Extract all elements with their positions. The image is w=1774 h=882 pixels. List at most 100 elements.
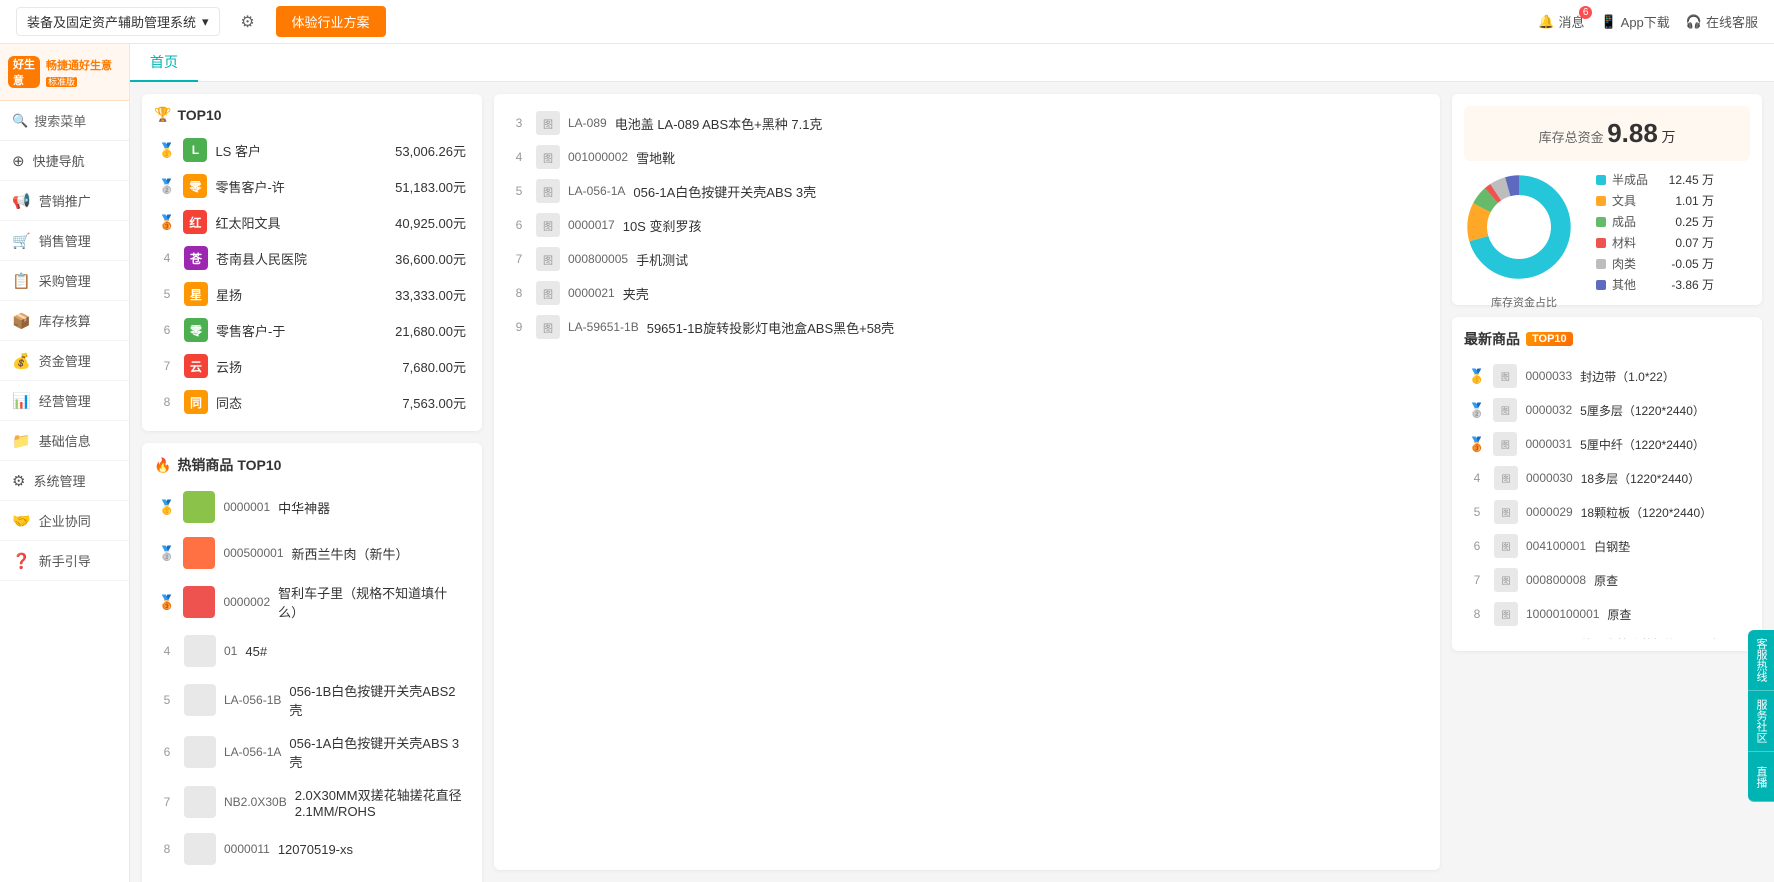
rank-medal: 🥉: [158, 594, 175, 611]
rank-number: 7: [158, 359, 176, 373]
medal-icon: 🥉: [158, 214, 175, 231]
latest-product-row: 9图0000028体碱嘉枝味苏打饮品400毫升（1*15）: [1464, 631, 1750, 639]
customer-row: 5星星扬33,333.00元: [154, 277, 470, 311]
nav-list: ⊕快捷导航📢营销推广🛒销售管理📋采购管理📦库存核算💰资金管理📊经营管理📁基础信息…: [0, 141, 129, 581]
customer-avatar: 苍: [184, 246, 208, 270]
inventory-label: 库存总资金: [1539, 130, 1604, 145]
product-name: 12070519-xs: [278, 842, 466, 857]
product-img: 图: [1493, 398, 1517, 422]
nav-label: 资金管理: [39, 351, 91, 370]
legend-color: [1596, 259, 1606, 269]
customer-avatar: 同: [184, 390, 208, 414]
search-menu-label: 搜索菜单: [34, 111, 86, 130]
product-img: 图: [536, 179, 560, 203]
rank-number: 4: [158, 251, 176, 265]
search-menu-button[interactable]: 🔍 搜索菜单: [0, 101, 129, 141]
customer-name: 零售客户-于: [216, 321, 387, 340]
product-img: 图: [536, 111, 560, 135]
customer-service-btn[interactable]: 客服热线: [1748, 630, 1774, 691]
customer-amount: 51,183.00元: [395, 177, 466, 196]
product-image: [184, 736, 216, 768]
product-image: [184, 635, 216, 667]
rank-number: 6: [1468, 539, 1486, 553]
product-name: 18颗粒板（1220*2440）: [1581, 504, 1746, 521]
sidebar-item-quick-nav[interactable]: ⊕快捷导航: [0, 141, 129, 181]
product-img: 图: [536, 247, 560, 271]
product-name: 18多层（1220*2440）: [1581, 470, 1746, 487]
product-code: 0000001: [223, 500, 270, 514]
customer-name: 零售客户-许: [215, 177, 387, 196]
search-icon: 🔍: [12, 113, 28, 129]
notifications-badge: 6: [1579, 6, 1593, 19]
mid-products-card: 3图LA-089电池盖 LA-089 ABS本色+黑种 7.1克4图001000…: [494, 94, 1440, 870]
customer-row: 8同同态7,563.00元: [154, 385, 470, 419]
inventory-legend: 半成品12.45 万文具1.01 万成品0.25 万材料0.07 万肉类-0.0…: [1596, 171, 1714, 293]
headset-icon: 🎧: [1686, 14, 1702, 30]
mid-product-row: 9图LA-59651-1B59651-1B旋转投影灯电池盒ABS黑色+58壳: [506, 310, 1428, 344]
legend-name: 其他: [1612, 276, 1648, 293]
mid-product-row: 7图000800005手机测试: [506, 242, 1428, 276]
product-name: 45#: [245, 644, 466, 659]
latest-product-row: 🥇图0000033封边带（1.0*22）: [1464, 359, 1750, 393]
latest-product-row: 6图004100001白钢垫: [1464, 529, 1750, 563]
rank-number: 7: [1468, 573, 1486, 587]
product-img: 图: [536, 315, 560, 339]
product-code: 01: [224, 644, 237, 658]
hot-product-row: 8000001112070519-xs: [154, 827, 470, 871]
tab-home[interactable]: 首页: [130, 44, 198, 82]
inventory-unit: 万: [1661, 129, 1675, 145]
legend-color: [1596, 175, 1606, 185]
trial-button[interactable]: 体验行业方案: [276, 6, 386, 37]
sidebar-item-enterprise[interactable]: 🤝企业协同: [0, 501, 129, 541]
community-btn[interactable]: 服务社区: [1748, 691, 1774, 752]
top-bar: 装备及固定资产辅助管理系统 ▾ ⚙ 体验行业方案 🔔 消息 6 📱 App下载 …: [0, 0, 1774, 44]
product-code: 000800005: [568, 252, 628, 266]
rank-medal: 🥈: [158, 545, 175, 562]
nav-label: 营销推广: [39, 191, 91, 210]
system-name: 装备及固定资产辅助管理系统: [27, 12, 196, 31]
live-btn[interactable]: 直播: [1748, 752, 1774, 802]
customer-avatar: 红: [183, 210, 207, 234]
product-img: 图: [1493, 364, 1517, 388]
legend-value: -0.05 万: [1654, 255, 1714, 272]
page-content: 🏆 TOP10 🥇LLS 客户53,006.26元🥈零零售客户-许51,183.…: [130, 82, 1774, 882]
system-selector[interactable]: 装备及固定资产辅助管理系统 ▾: [16, 7, 220, 36]
online-service-button[interactable]: 🎧 在线客服: [1686, 12, 1758, 31]
rank-medal: 🥉: [1468, 436, 1485, 453]
guide-icon: ❓: [12, 552, 31, 570]
product-name: 电池盖 LA-089 ABS本色+黑种 7.1克: [615, 114, 1424, 133]
sidebar-item-finance[interactable]: 💰资金管理: [0, 341, 129, 381]
legend-color: [1596, 196, 1606, 206]
sidebar-item-system[interactable]: ⚙系统管理: [0, 461, 129, 501]
rank-number: 6: [158, 323, 176, 337]
app-download-button[interactable]: 📱 App下载: [1600, 12, 1669, 31]
product-code: 10000100001: [1526, 607, 1599, 621]
logo-text: 畅捷通好生意 标准版: [46, 57, 112, 88]
settings-button[interactable]: ⚙: [232, 6, 264, 38]
legend-color: [1596, 238, 1606, 248]
rank-number: 8: [510, 286, 528, 300]
sidebar-item-purchase[interactable]: 📋采购管理: [0, 261, 129, 301]
mid-product-row: 6图000001710S 变刹罗孩: [506, 208, 1428, 242]
sidebar-item-sales[interactable]: 🛒销售管理: [0, 221, 129, 261]
nav-label: 经营管理: [39, 391, 91, 410]
sidebar-item-inventory[interactable]: 📦库存核算: [0, 301, 129, 341]
sidebar-item-marketing[interactable]: 📢营销推广: [0, 181, 129, 221]
customer-avatar: 云: [184, 354, 208, 378]
inventory-value: 9.88: [1607, 118, 1658, 148]
legend-name: 材料: [1612, 234, 1648, 251]
rank-number: 8: [158, 395, 176, 409]
sidebar-item-operations[interactable]: 📊经营管理: [0, 381, 129, 421]
inventory-icon: 📦: [12, 312, 31, 330]
product-name: 智利车子里（规格不知道填什么）: [278, 583, 466, 621]
product-name: 原查: [1594, 572, 1746, 589]
sidebar: 好生意 畅捷通好生意 标准版 🔍 搜索菜单 ⊕快捷导航📢营销推广🛒销售管理📋采购…: [0, 44, 130, 882]
left-column: 🏆 TOP10 🥇LLS 客户53,006.26元🥈零零售客户-许51,183.…: [142, 94, 482, 870]
sidebar-item-basic-info[interactable]: 📁基础信息: [0, 421, 129, 461]
rank-medal: 🥇: [158, 499, 175, 516]
sidebar-item-guide[interactable]: ❓新手引导: [0, 541, 129, 581]
product-name: 056-1B白色按键开关壳ABS2壳: [289, 681, 466, 719]
notifications-button[interactable]: 🔔 消息 6: [1538, 12, 1584, 31]
product-img: 图: [1494, 466, 1518, 490]
legend-color: [1596, 217, 1606, 227]
